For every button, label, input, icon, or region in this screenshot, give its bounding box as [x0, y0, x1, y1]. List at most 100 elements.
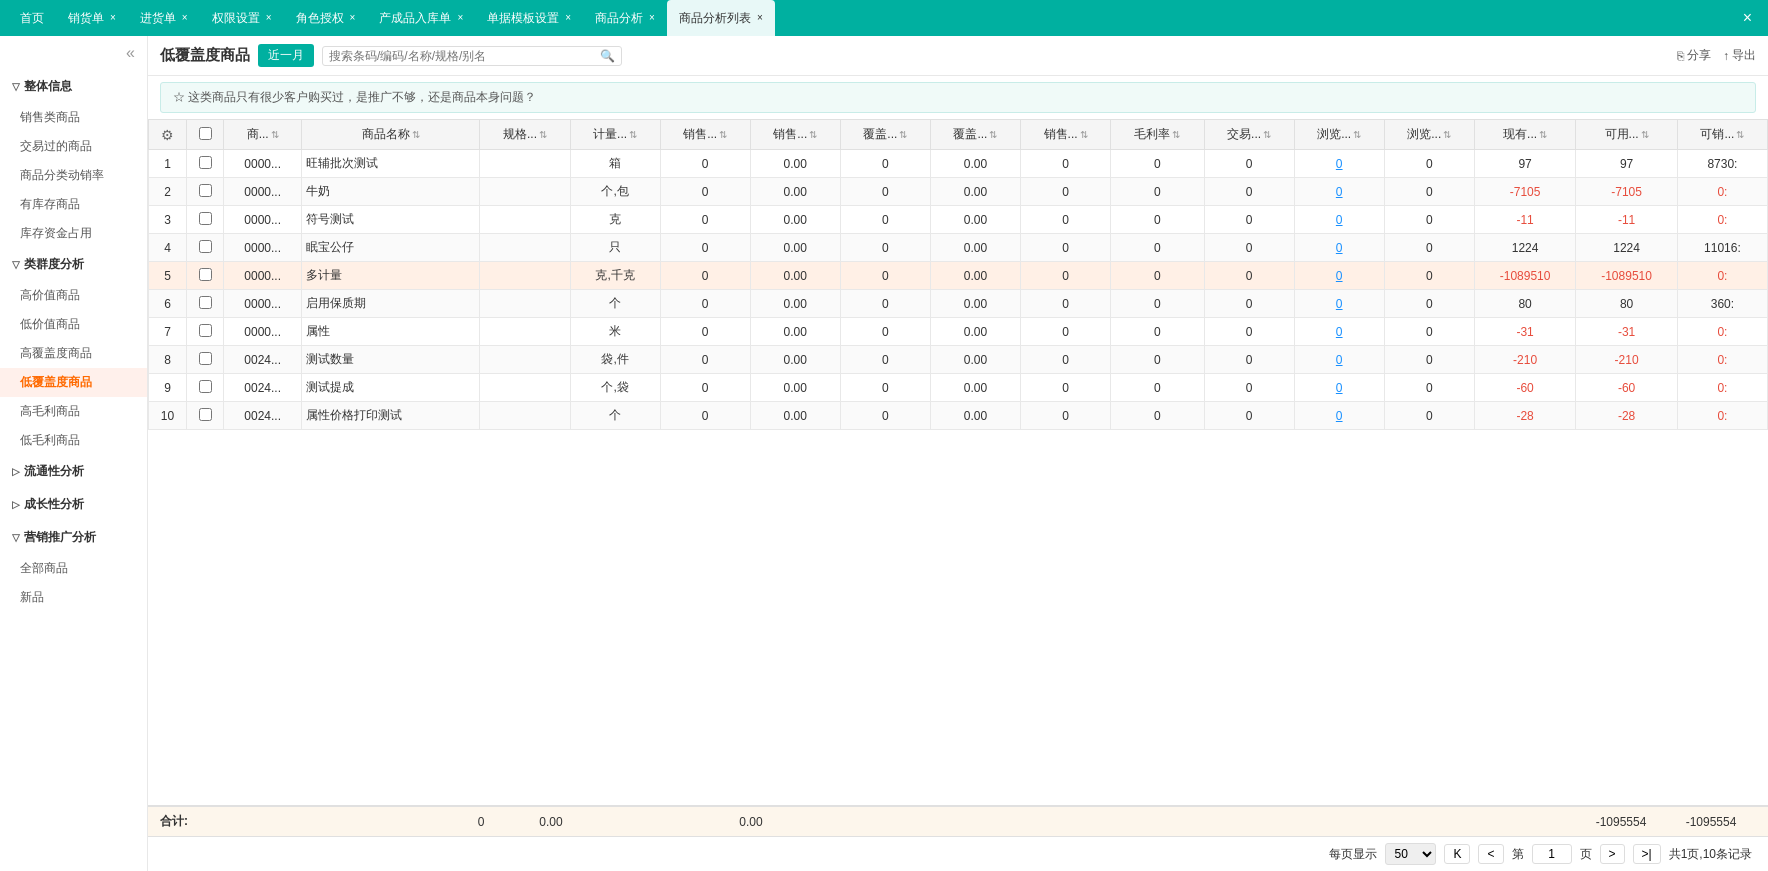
col-header-spec[interactable]: 规格...⇅ — [480, 120, 570, 150]
browse-link[interactable]: 0 — [1336, 381, 1343, 395]
sidebar-item-sales-goods[interactable]: 销售类商品 — [0, 103, 147, 132]
row-checkbox[interactable] — [186, 290, 223, 318]
browse-link[interactable]: 0 — [1336, 325, 1343, 339]
col-header-browse2[interactable]: 浏览...⇅ — [1384, 120, 1474, 150]
row-browse1[interactable]: 0 — [1294, 374, 1384, 402]
sidebar-item-stock-fund[interactable]: 库存资金占用 — [0, 219, 147, 248]
sidebar-item-low-value[interactable]: 低价值商品 — [0, 310, 147, 339]
row-browse1[interactable]: 0 — [1294, 290, 1384, 318]
col-header-name[interactable]: 商品名称⇅ — [302, 120, 480, 150]
row-browse1[interactable]: 0 — [1294, 402, 1384, 430]
last-page-btn[interactable]: >| — [1633, 844, 1661, 864]
row-browse1[interactable]: 0 — [1294, 234, 1384, 262]
sidebar-item-high-coverage[interactable]: 高覆盖度商品 — [0, 339, 147, 368]
row-checkbox[interactable] — [186, 346, 223, 374]
window-close-btn[interactable]: × — [1735, 9, 1760, 26]
nav-goods-analysis[interactable]: 商品分析 × — [583, 0, 667, 36]
col-header-coverage2[interactable]: 覆盖...⇅ — [930, 120, 1020, 150]
nav-goods-analysis-close[interactable]: × — [649, 0, 655, 36]
nav-permission-close[interactable]: × — [266, 0, 272, 36]
nav-purchase[interactable]: 进货单 × — [128, 0, 200, 36]
col-header-sales-something[interactable]: 销售...⇅ — [1021, 120, 1111, 150]
nav-template-close[interactable]: × — [565, 0, 571, 36]
col-header-sellable[interactable]: 可销...⇅ — [1677, 120, 1767, 150]
col-header-unit[interactable]: 计量...⇅ — [570, 120, 660, 150]
row-checkbox[interactable] — [186, 206, 223, 234]
row-browse1[interactable]: 0 — [1294, 318, 1384, 346]
nav-goods-analysis-list-close[interactable]: × — [757, 0, 763, 36]
sidebar-item-all-goods[interactable]: 全部商品 — [0, 554, 147, 583]
row-checkbox[interactable] — [186, 374, 223, 402]
row-select-checkbox[interactable] — [199, 240, 212, 253]
nav-sales[interactable]: 销货单 × — [56, 0, 128, 36]
sidebar-section-cluster[interactable]: ▽ 类群度分析 — [0, 248, 147, 281]
col-header-available-stock[interactable]: 可用...⇅ — [1576, 120, 1677, 150]
row-select-checkbox[interactable] — [199, 156, 212, 169]
nav-role[interactable]: 角色授权 × — [284, 0, 368, 36]
prev-page-btn[interactable]: < — [1478, 844, 1503, 864]
sidebar-section-growth[interactable]: ▷ 成长性分析 — [0, 488, 147, 521]
nav-role-close[interactable]: × — [350, 0, 356, 36]
row-select-checkbox[interactable] — [199, 212, 212, 225]
export-btn[interactable]: ↑ 导出 — [1723, 47, 1756, 64]
nav-purchase-close[interactable]: × — [182, 0, 188, 36]
row-select-checkbox[interactable] — [199, 296, 212, 309]
col-header-coverage1[interactable]: 覆盖...⇅ — [840, 120, 930, 150]
row-checkbox[interactable] — [186, 262, 223, 290]
first-page-btn[interactable]: K — [1444, 844, 1470, 864]
current-page-input[interactable] — [1532, 844, 1572, 864]
sidebar-item-low-coverage[interactable]: 低覆盖度商品 — [0, 368, 147, 397]
sidebar-item-high-profit[interactable]: 高毛利商品 — [0, 397, 147, 426]
row-checkbox[interactable] — [186, 318, 223, 346]
col-header-sales-amt[interactable]: 销售...⇅ — [750, 120, 840, 150]
row-checkbox[interactable] — [186, 178, 223, 206]
browse-link[interactable]: 0 — [1336, 269, 1343, 283]
col-header-sales-qty[interactable]: 销售...⇅ — [660, 120, 750, 150]
nav-permission[interactable]: 权限设置 × — [200, 0, 284, 36]
nav-product-storage-close[interactable]: × — [457, 0, 463, 36]
next-page-btn[interactable]: > — [1600, 844, 1625, 864]
browse-link[interactable]: 0 — [1336, 157, 1343, 171]
row-select-checkbox[interactable] — [199, 408, 212, 421]
nav-product-storage[interactable]: 产成品入库单 × — [367, 0, 475, 36]
per-page-select[interactable]: 50 10 20 100 — [1385, 843, 1436, 865]
nav-template[interactable]: 单据模板设置 × — [475, 0, 583, 36]
nav-sales-close[interactable]: × — [110, 0, 116, 36]
col-header-settings[interactable]: ⚙ — [149, 120, 187, 150]
sidebar-section-overall[interactable]: ▽ 整体信息 — [0, 70, 147, 103]
browse-link[interactable]: 0 — [1336, 185, 1343, 199]
col-header-browse1[interactable]: 浏览...⇅ — [1294, 120, 1384, 150]
select-all-checkbox[interactable] — [199, 127, 212, 140]
sidebar-collapse-btn[interactable]: « — [0, 36, 147, 70]
col-header-current-stock[interactable]: 现有...⇅ — [1474, 120, 1575, 150]
sidebar-section-circulation[interactable]: ▷ 流通性分析 — [0, 455, 147, 488]
filter-recent-month-btn[interactable]: 近一月 — [258, 44, 314, 67]
browse-link[interactable]: 0 — [1336, 409, 1343, 423]
col-header-checkbox[interactable] — [186, 120, 223, 150]
row-browse1[interactable]: 0 — [1294, 262, 1384, 290]
col-header-transaction[interactable]: 交易...⇅ — [1204, 120, 1294, 150]
row-select-checkbox[interactable] — [199, 268, 212, 281]
sidebar-section-marketing[interactable]: ▽ 营销推广分析 — [0, 521, 147, 554]
row-checkbox[interactable] — [186, 150, 223, 178]
browse-link[interactable]: 0 — [1336, 213, 1343, 227]
sidebar-item-category-rate[interactable]: 商品分类动销率 — [0, 161, 147, 190]
col-header-gross-rate[interactable]: 毛利率⇅ — [1111, 120, 1204, 150]
nav-home[interactable]: 首页 — [8, 0, 56, 36]
row-browse1[interactable]: 0 — [1294, 346, 1384, 374]
row-browse1[interactable]: 0 — [1294, 178, 1384, 206]
settings-icon[interactable]: ⚙ — [161, 127, 174, 143]
sidebar-item-high-value[interactable]: 高价值商品 — [0, 281, 147, 310]
search-input[interactable] — [329, 49, 596, 63]
sidebar-item-new-goods[interactable]: 新品 — [0, 583, 147, 612]
col-header-code[interactable]: 商...⇅ — [224, 120, 302, 150]
browse-link[interactable]: 0 — [1336, 353, 1343, 367]
search-icon[interactable]: 🔍 — [600, 49, 615, 63]
share-btn[interactable]: ⎘ 分享 — [1677, 47, 1711, 64]
sidebar-item-low-profit[interactable]: 低毛利商品 — [0, 426, 147, 455]
row-select-checkbox[interactable] — [199, 352, 212, 365]
browse-link[interactable]: 0 — [1336, 297, 1343, 311]
row-checkbox[interactable] — [186, 234, 223, 262]
row-browse1[interactable]: 0 — [1294, 150, 1384, 178]
nav-goods-analysis-list[interactable]: 商品分析列表 × — [667, 0, 775, 36]
